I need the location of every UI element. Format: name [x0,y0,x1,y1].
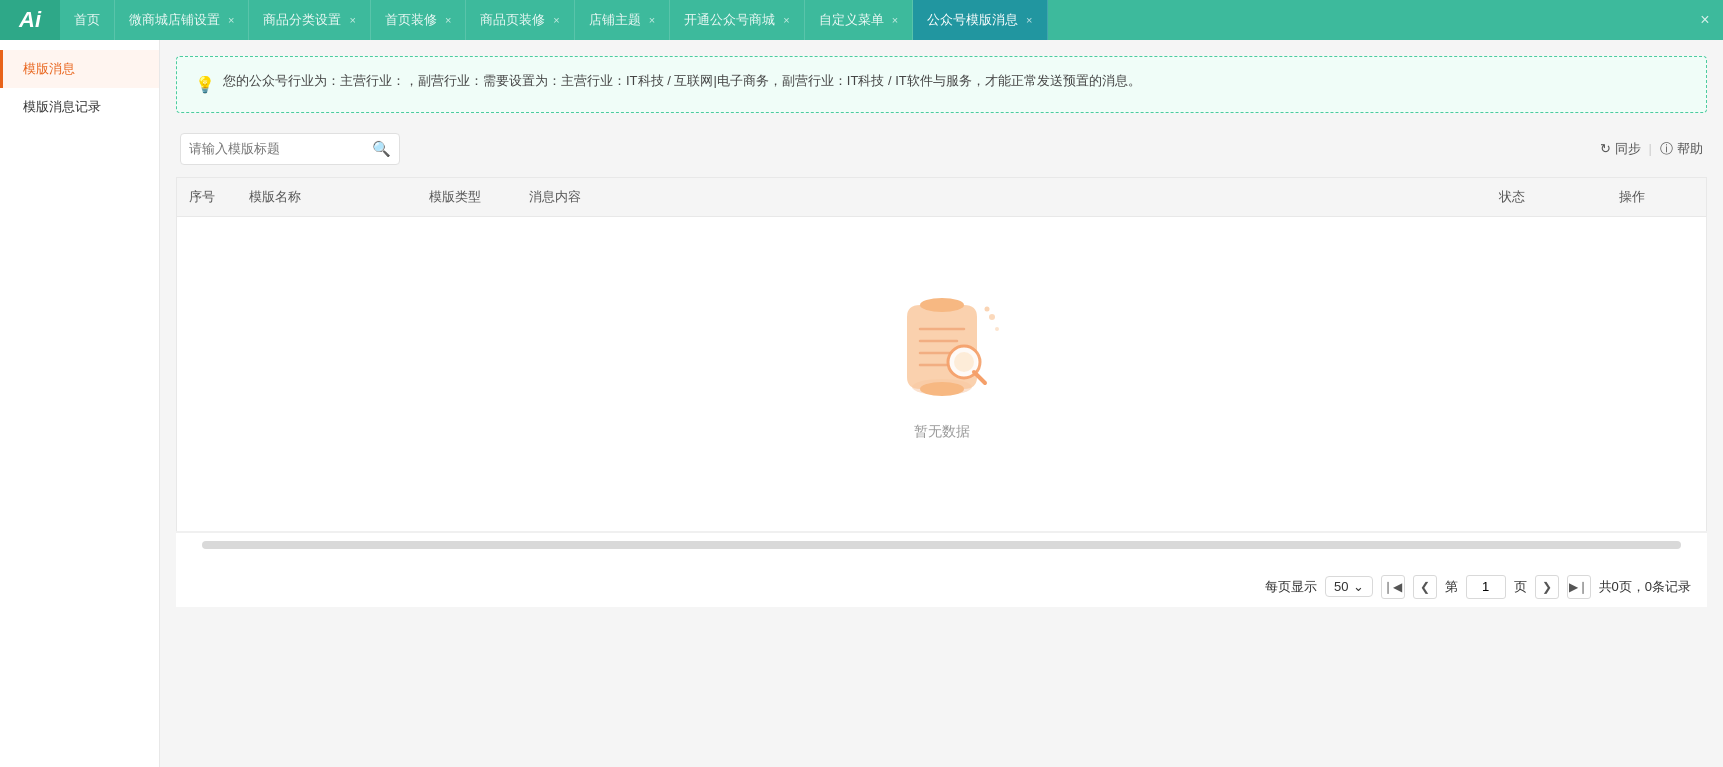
col-header-content: 消息内容 [517,177,1487,216]
nav-tab-close-weshop[interactable]: × [228,14,234,26]
toolbar-divider: | [1649,141,1652,156]
search-input[interactable] [189,141,372,156]
nav-tab-label: 首页装修 [385,11,437,29]
empty-state-row: 暂无数据 [177,216,1707,531]
next-page-button[interactable]: ❯ [1535,575,1559,599]
pagination: 每页显示 50 ⌄ ❘◀ ❮ 第 页 ❯ ▶❘ 共0页，0条记录 [176,567,1707,607]
data-table: 序号模版名称模版类型消息内容状态操作 [176,177,1707,532]
empty-state: 暂无数据 [189,227,1694,521]
empty-doc-icon [882,287,1002,407]
industry-alert: 💡 您的公众号行业为：主营行业：，副营行业：需要设置为：主营行业：IT科技 / … [176,56,1707,113]
nav-tab-close-productpage[interactable]: × [553,14,559,26]
search-box: 🔍 [180,133,400,165]
sync-button[interactable]: ↻ 同步 [1600,140,1641,158]
nav-tab-homepage[interactable]: 首页装修 × [371,0,466,40]
toolbar: 🔍 ↻ 同步 | ⓘ 帮助 [176,133,1707,165]
per-page-select[interactable]: 50 ⌄ [1325,576,1372,597]
content-area: 💡 您的公众号行业为：主营行业：，副营行业：需要设置为：主营行业：IT科技 / … [160,40,1723,767]
svg-point-11 [995,327,999,331]
sidebar-item-template-record[interactable]: 模版消息记录 [0,88,159,126]
sidebar: 模版消息模版消息记录 [0,40,160,767]
prev-page-button[interactable]: ❮ [1413,575,1437,599]
svg-point-1 [920,298,964,312]
nav-tab-label: 商品分类设置 [263,11,341,29]
sidebar-item-template[interactable]: 模版消息 [0,50,159,88]
nav-tab-close-category[interactable]: × [349,14,355,26]
nav-tab-productpage[interactable]: 商品页装修 × [466,0,574,40]
page-label: 页 [1514,578,1527,596]
col-header-seq: 序号 [177,177,237,216]
col-header-status: 状态 [1487,177,1607,216]
horizontal-scrollbar[interactable] [202,541,1681,549]
svg-point-8 [954,352,974,372]
table-header-row: 序号模版名称模版类型消息内容状态操作 [177,177,1707,216]
nav-tab-label: 店铺主题 [589,11,641,29]
nav-tab-label: 开通公众号商城 [684,11,775,29]
first-page-button[interactable]: ❘◀ [1381,575,1405,599]
svg-point-2 [920,382,964,396]
last-page-button[interactable]: ▶❘ [1567,575,1591,599]
col-header-name: 模版名称 [237,177,417,216]
sync-icon: ↻ [1600,141,1611,156]
nav-tab-label: 公众号模版消息 [927,11,1018,29]
per-page-label: 每页显示 [1265,578,1317,596]
main-layout: 模版消息模版消息记录 💡 您的公众号行业为：主营行业：，副营行业：需要设置为：主… [0,40,1723,767]
app-logo: Ai [0,0,60,40]
col-header-action: 操作 [1607,177,1707,216]
nav-tab-mptemplate[interactable]: 公众号模版消息 × [913,0,1047,40]
chevron-down-icon: ⌄ [1353,579,1364,594]
help-circle-icon: ⓘ [1660,140,1673,158]
nav-tab-close-mptemplate[interactable]: × [1026,14,1032,26]
nav-tab-close-custommenu[interactable]: × [892,14,898,26]
nav-tab-home[interactable]: 首页 [60,0,115,40]
toolbar-right: ↻ 同步 | ⓘ 帮助 [1600,140,1703,158]
svg-point-10 [989,314,995,320]
nav-tab-weshop[interactable]: 微商城店铺设置 × [115,0,249,40]
col-header-type: 模版类型 [417,177,517,216]
scrollbar-area [176,532,1707,567]
lightbulb-icon: 💡 [195,72,215,98]
di-label: 第 [1445,578,1458,596]
help-button[interactable]: ⓘ 帮助 [1660,140,1703,158]
nav-tab-theme[interactable]: 店铺主题 × [575,0,670,40]
svg-point-12 [984,306,989,311]
nav-tab-label: 首页 [74,11,100,29]
close-all-button[interactable]: × [1687,0,1723,40]
alert-message: 您的公众号行业为：主营行业：，副营行业：需要设置为：主营行业：IT科技 / 互联… [223,71,1141,92]
search-icon[interactable]: 🔍 [372,140,391,158]
nav-tab-close-openmp[interactable]: × [783,14,789,26]
page-number-input[interactable] [1466,575,1506,599]
nav-tab-label: 微商城店铺设置 [129,11,220,29]
empty-illustration [882,287,1002,407]
empty-text: 暂无数据 [209,423,1674,441]
nav-tab-openmp[interactable]: 开通公众号商城 × [670,0,804,40]
nav-tab-custommenu[interactable]: 自定义菜单 × [805,0,913,40]
page-total: 共0页，0条记录 [1599,578,1691,596]
nav-tab-label: 商品页装修 [480,11,545,29]
nav-tab-close-homepage[interactable]: × [445,14,451,26]
nav-tabs: 首页微商城店铺设置×商品分类设置×首页装修×商品页装修×店铺主题×开通公众号商城… [60,0,1687,40]
nav-tab-close-theme[interactable]: × [649,14,655,26]
nav-tab-category[interactable]: 商品分类设置 × [249,0,370,40]
nav-tab-label: 自定义菜单 [819,11,884,29]
top-nav: Ai 首页微商城店铺设置×商品分类设置×首页装修×商品页装修×店铺主题×开通公众… [0,0,1723,40]
